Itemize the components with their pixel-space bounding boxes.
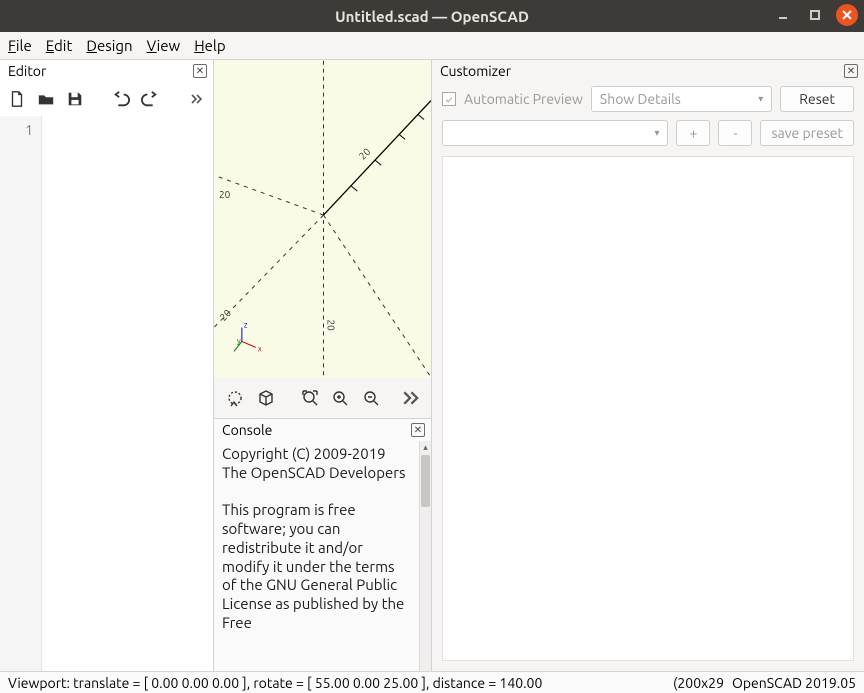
redo-button[interactable] — [140, 86, 159, 112]
titlebar: Untitled.scad — OpenSCAD — [0, 0, 864, 32]
minimize-button[interactable] — [772, 4, 794, 26]
automatic-preview-checkbox[interactable]: ✓ — [442, 92, 456, 106]
status-version: OpenSCAD 2019.05 — [732, 675, 856, 691]
automatic-preview-label: Automatic Preview — [464, 91, 583, 107]
svg-text:y: y — [237, 336, 241, 345]
code-content[interactable] — [42, 116, 213, 671]
editor-close-panel-icon[interactable]: ✕ — [193, 64, 207, 78]
menu-edit[interactable]: Edit — [46, 37, 73, 54]
editor-pane: Editor ✕ 1 — [0, 60, 214, 671]
customizer-title-label: Customizer — [440, 63, 511, 79]
preview-button[interactable] — [224, 384, 247, 412]
status-viewport: Viewport: translate = [ 0.00 0.00 0.00 ]… — [8, 675, 542, 691]
menu-design[interactable]: Design — [86, 37, 132, 54]
console-output[interactable]: Copyright (C) 2009-2019 The OpenSCAD Dev… — [214, 441, 419, 671]
svg-text:x: x — [258, 344, 262, 353]
show-details-value: Show Details — [600, 91, 681, 107]
preset-dropdown[interactable]: ▾ — [442, 120, 668, 146]
render-button[interactable] — [255, 384, 278, 412]
maximize-button[interactable] — [804, 4, 826, 26]
preset-remove-button[interactable]: - — [718, 120, 752, 146]
center-column: 20 20 20 x y z 20 — [214, 60, 432, 671]
zoom-in-button[interactable] — [329, 384, 352, 412]
menu-file[interactable]: File — [8, 37, 32, 54]
save-file-button[interactable] — [66, 86, 85, 112]
app-window: Untitled.scad — OpenSCAD File Edit Desig… — [0, 0, 864, 693]
editor-title: Editor ✕ — [0, 60, 213, 82]
editor-title-label: Editor — [8, 63, 46, 79]
open-file-button[interactable] — [37, 86, 56, 112]
console-title-label: Console — [222, 422, 272, 438]
customizer-title: Customizer ✕ — [432, 60, 864, 82]
console-pane: Console ✕ Copyright (C) 2009-2019 The Op… — [214, 418, 431, 671]
close-button[interactable] — [836, 4, 858, 26]
customizer-pane: Customizer ✕ ✓ Automatic Preview Show De… — [432, 60, 864, 671]
3d-viewport[interactable]: 20 20 20 x y z 20 — [214, 60, 431, 378]
console-title: Console ✕ — [214, 419, 431, 441]
menubar: File Edit Design View Help — [0, 32, 864, 60]
show-details-dropdown[interactable]: Show Details ▾ — [591, 86, 772, 112]
code-editor[interactable]: 1 — [0, 116, 213, 671]
line-gutter: 1 — [0, 116, 42, 671]
svg-text:20: 20 — [219, 189, 231, 200]
customizer-close-panel-icon[interactable]: ✕ — [844, 64, 858, 78]
toolbar-overflow-button[interactable] — [186, 86, 205, 112]
undo-button[interactable] — [112, 86, 131, 112]
viewport-toolbar — [214, 378, 431, 418]
svg-text:20: 20 — [357, 146, 373, 162]
save-preset-button[interactable]: save preset — [760, 120, 854, 146]
svg-text:z: z — [244, 321, 248, 330]
window-title: Untitled.scad — OpenSCAD — [335, 8, 529, 25]
reset-button[interactable]: Reset — [780, 86, 854, 112]
preset-add-button[interactable]: + — [676, 120, 710, 146]
customizer-parameter-area — [442, 156, 854, 661]
menu-help[interactable]: Help — [194, 37, 225, 54]
console-scrollbar[interactable]: ▴ — [419, 441, 431, 671]
scroll-up-icon[interactable]: ▴ — [420, 441, 431, 453]
console-close-panel-icon[interactable]: ✕ — [411, 423, 425, 437]
zoom-fit-button[interactable] — [298, 384, 321, 412]
new-file-button[interactable] — [8, 86, 27, 112]
svg-text:20: 20 — [325, 320, 336, 332]
status-render-size: (200x29 — [673, 675, 724, 691]
statusbar: Viewport: translate = [ 0.00 0.00 0.00 ]… — [0, 671, 864, 693]
menu-view[interactable]: View — [147, 37, 181, 54]
scrollbar-thumb[interactable] — [421, 455, 430, 507]
editor-toolbar — [0, 82, 213, 116]
viewport-toolbar-overflow[interactable] — [398, 384, 421, 412]
chevron-down-icon: ▾ — [654, 127, 659, 139]
zoom-out-button[interactable] — [360, 384, 383, 412]
chevron-down-icon: ▾ — [758, 93, 763, 105]
svg-text:20: 20 — [217, 307, 233, 323]
